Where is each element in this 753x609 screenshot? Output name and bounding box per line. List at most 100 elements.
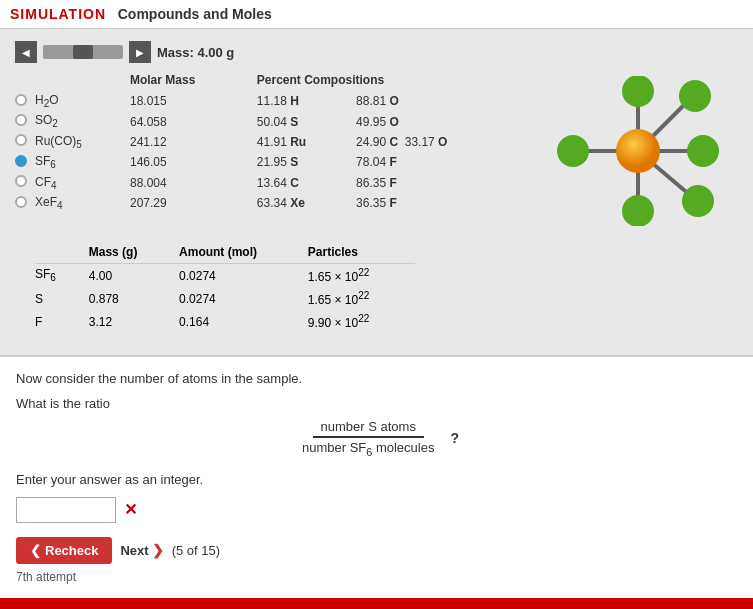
molecule-svg [543, 76, 733, 226]
fraction-denominator: number SF6 molecules [294, 438, 442, 458]
amt-particles-s: 1.65 × 1022 [308, 287, 415, 310]
next-chevron-right-icon: ❯ [152, 542, 164, 558]
incorrect-label: Incorrect [677, 606, 737, 609]
progress-text: (5 of 15) [172, 543, 220, 558]
compounds-table-section: Molar Mass Percent Compositions H2O 18.0… [15, 71, 528, 231]
compound-name-xef4[interactable]: XeF4 [35, 193, 130, 213]
amounts-table-section: Mass (g) Amount (mol) Particles SF6 4.00… [15, 241, 738, 333]
nav-prev-button[interactable]: ◀ [15, 41, 37, 63]
sub: 2 [52, 119, 58, 130]
radio-cf4[interactable] [15, 175, 27, 187]
compound-name-ruco5[interactable]: Ru(CO)5 [35, 132, 130, 152]
table-row: SF6 146.05 21.95 S 78.04 F [15, 152, 528, 172]
recheck-chevron-left-icon: ❮ [30, 543, 41, 558]
radio-cell[interactable] [15, 152, 35, 172]
radio-cell[interactable] [15, 173, 35, 193]
sup: 22 [358, 290, 369, 301]
table-row: SO2 64.058 50.04 S 49.95 O [15, 111, 528, 131]
amt-col-amount: Amount (mol) [179, 241, 308, 264]
atom-top [622, 76, 654, 107]
molar-mass-cf4: 88.004 [130, 173, 257, 193]
radio-cell[interactable] [15, 193, 35, 213]
atom-bottom [622, 195, 654, 226]
amt-compound-s: S [35, 287, 89, 310]
arrow-left-icon: ◀ [22, 47, 30, 58]
table-row: XeF4 207.29 63.34 Xe 36.35 F [15, 193, 528, 213]
amt-mass-f: 3.12 [89, 310, 179, 333]
radio-sf6[interactable] [15, 155, 27, 167]
radio-so2[interactable] [15, 114, 27, 126]
attempt-text: 7th attempt [16, 570, 737, 584]
pct1-h2o: 11.18 H [257, 91, 356, 111]
sub: 2 [44, 98, 50, 109]
compound-name-sf6[interactable]: SF6 [35, 152, 130, 172]
col-pct-comp: Percent Compositions [257, 71, 528, 91]
atom-center [616, 129, 660, 173]
table-row: F 3.12 0.164 9.90 × 1022 [35, 310, 415, 333]
question-mark: ? [450, 430, 459, 446]
atom-upper-right [679, 80, 711, 112]
pct1-xef4: 63.34 Xe [257, 193, 356, 213]
pct1-ruco5: 41.91 Ru [257, 132, 356, 152]
compound-name-so2[interactable]: SO2 [35, 111, 130, 131]
mass-label: Mass: 4.00 g [157, 45, 234, 60]
pct2-xef4: 36.35 F [356, 193, 528, 213]
amt-compound-f: F [35, 310, 89, 333]
ratio-section: What is the ratio number S atoms number … [16, 396, 737, 458]
amt-amount-f: 0.164 [179, 310, 308, 333]
recheck-button[interactable]: ❮ Recheck [16, 537, 112, 564]
instruction-text: Enter your answer as an integer. [16, 472, 737, 487]
sub: 4 [57, 200, 63, 211]
table-row: H2O 18.015 11.18 H 88.81 O [15, 91, 528, 111]
amt-mass-sf6: 4.00 [89, 264, 179, 288]
nav-slider[interactable] [43, 45, 123, 59]
pct1-so2: 50.04 S [257, 111, 356, 131]
radio-ruco5[interactable] [15, 134, 27, 146]
sub: 6 [50, 273, 56, 284]
table-row: Ru(CO)5 241.12 41.91 Ru 24.90 C 33.17 O [15, 132, 528, 152]
amt-amount-sf6: 0.0274 [179, 264, 308, 288]
answer-input[interactable] [16, 497, 116, 523]
atom-left [557, 135, 589, 167]
incorrect-banner: Incorrect [0, 598, 753, 609]
molecule-visual [538, 71, 738, 231]
radio-cell[interactable] [15, 132, 35, 152]
slider-thumb [73, 45, 93, 59]
sup: 22 [358, 267, 369, 278]
pct2-so2: 49.95 O [356, 111, 528, 131]
nav-next-button[interactable]: ▶ [129, 41, 151, 63]
table-row: S 0.878 0.0274 1.65 × 1022 [35, 287, 415, 310]
simulation-area: ◀ ▶ Mass: 4.00 g Molar Mass [0, 29, 753, 355]
compound-name-h2o[interactable]: H2O [35, 91, 130, 111]
fraction-numerator: number S atoms [313, 419, 424, 438]
question-line1: Now consider the number of atoms in the … [16, 371, 737, 386]
table-row: CF4 88.004 13.64 C 86.35 F [15, 173, 528, 193]
amt-particles-f: 9.90 × 1022 [308, 310, 415, 333]
amt-compound-sf6: SF6 [35, 264, 89, 288]
next-button[interactable]: Next ❯ [120, 542, 163, 558]
amt-col-compound [35, 241, 89, 264]
top-section: Molar Mass Percent Compositions H2O 18.0… [15, 71, 738, 231]
col-name [35, 71, 130, 91]
molar-mass-ruco5: 241.12 [130, 132, 257, 152]
atom-right [687, 135, 719, 167]
compound-name-cf4[interactable]: CF4 [35, 173, 130, 193]
sub: 6 [50, 160, 56, 171]
answer-section: ✕ [16, 497, 737, 523]
molar-mass-sf6: 146.05 [130, 152, 257, 172]
radio-cell[interactable] [15, 111, 35, 131]
pct2-h2o: 88.81 O [356, 91, 528, 111]
pct2-sf6: 78.04 F [356, 152, 528, 172]
page-title: Compounds and Moles [118, 6, 272, 22]
radio-xef4[interactable] [15, 196, 27, 208]
radio-h2o[interactable] [15, 94, 27, 106]
pct1-sf6: 21.95 S [257, 152, 356, 172]
recheck-label: Recheck [45, 543, 98, 558]
amt-particles-sf6: 1.65 × 1022 [308, 264, 415, 288]
table-row: SF6 4.00 0.0274 1.65 × 1022 [35, 264, 415, 288]
col-radio [15, 71, 35, 91]
nav-controls: ◀ ▶ Mass: 4.00 g [15, 41, 738, 63]
radio-cell[interactable] [15, 91, 35, 111]
molar-mass-so2: 64.058 [130, 111, 257, 131]
pct1-cf4: 13.64 C [257, 173, 356, 193]
